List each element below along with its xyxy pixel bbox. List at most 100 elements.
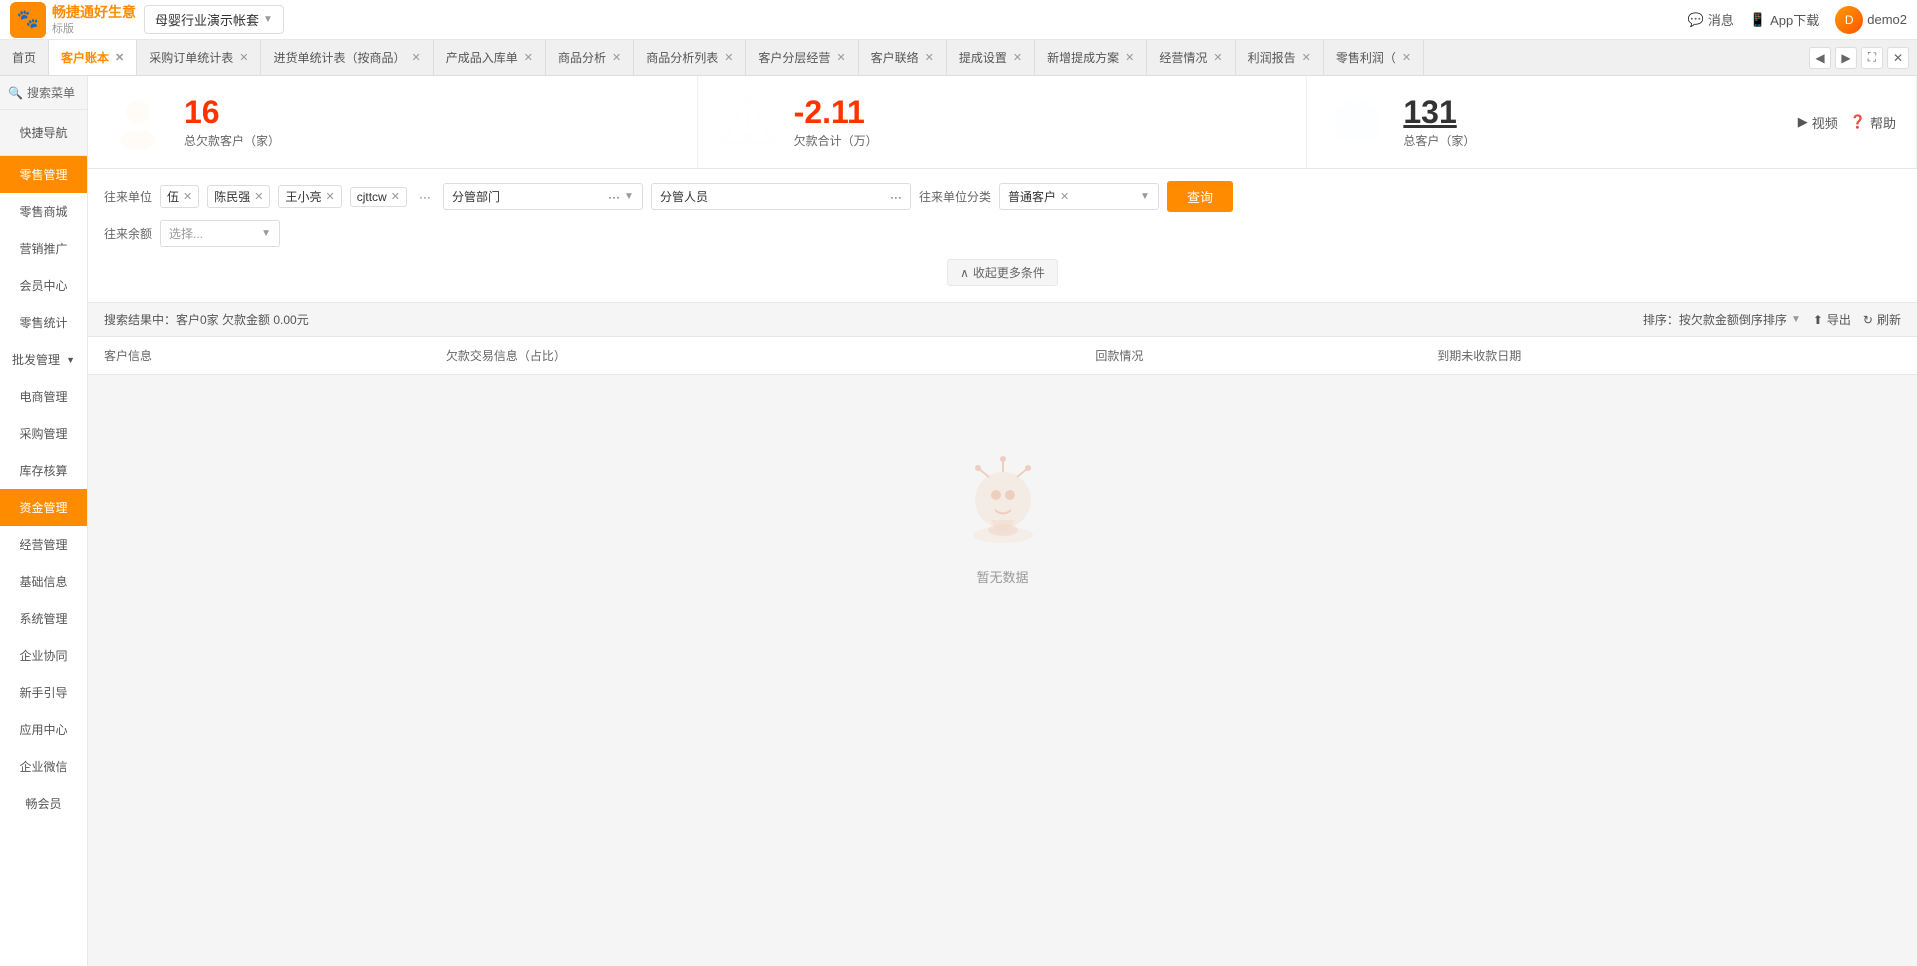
query-button[interactable]: 查询	[1167, 181, 1233, 212]
tab-purchase-order[interactable]: 采购订单统计表 ✕	[137, 40, 261, 76]
tab-new-achievement[interactable]: 新增提成方案 ✕	[1035, 40, 1147, 76]
sidebar-item-system-mgmt[interactable]: 系统管理	[0, 600, 87, 637]
tab-customer-contact-label: 客户联络	[871, 49, 919, 66]
app-download-icon: 📱	[1750, 12, 1766, 28]
filter-unit-class-select[interactable]: 普通客户 ✕ ▼	[999, 183, 1159, 210]
filter-person-select[interactable]: 分管人员 ···	[651, 183, 911, 210]
tab-retail-profit[interactable]: 零售利润（ ✕	[1324, 40, 1424, 76]
message-button[interactable]: 💬 消息	[1688, 10, 1734, 29]
store-selector[interactable]: 母婴行业演示帐套 ▼	[144, 5, 284, 34]
stat-value-debt-customers: 16	[184, 96, 280, 128]
sidebar-vip-member-label: 畅会员	[25, 795, 61, 812]
tab-new-achievement-close-icon[interactable]: ✕	[1125, 51, 1134, 64]
logo-subtitle: 标版	[52, 23, 74, 35]
sidebar-item-retail-mgmt[interactable]: 零售管理	[0, 156, 87, 193]
app-download-button[interactable]: 📱 App下载	[1750, 10, 1819, 29]
filter-dept-select[interactable]: 分管部门 ··· ▼	[443, 183, 643, 210]
filter-more-button[interactable]: ···	[415, 188, 435, 206]
tab-business-situation[interactable]: 经营情况 ✕	[1147, 40, 1235, 76]
tab-retail-profit-close-icon[interactable]: ✕	[1402, 51, 1411, 64]
filter-tag-wang[interactable]: 王小亮 ✕	[278, 185, 341, 208]
sidebar-item-member-center[interactable]: 会员中心	[0, 267, 87, 304]
filter-tag-normal-customer-close-icon[interactable]: ✕	[1060, 190, 1069, 203]
filter-tag-cjttcw[interactable]: cjttcw ✕	[350, 187, 407, 207]
tab-inbound-stats-close-icon[interactable]: ✕	[412, 51, 421, 64]
sidebar-item-quick-nav[interactable]: 快捷导航	[0, 116, 87, 149]
sidebar-item-vip-member[interactable]: 畅会员	[0, 785, 87, 822]
filter-tag-chen[interactable]: 陈民强 ✕	[207, 185, 270, 208]
tab-production-inbound[interactable]: 产成品入库单 ✕	[434, 40, 546, 76]
tab-promotion-settings-close-icon[interactable]: ✕	[1013, 51, 1022, 64]
filter-unit-class-label: 往来单位分类	[919, 188, 991, 205]
collapse-button[interactable]: ∧ 收起更多条件	[947, 259, 1058, 286]
tab-production-inbound-close-icon[interactable]: ✕	[524, 51, 533, 64]
tab-profit-report-close-icon[interactable]: ✕	[1302, 51, 1311, 64]
tab-customer-accounts-close-icon[interactable]: ✕	[115, 51, 124, 64]
sidebar-item-finance[interactable]: 资金管理	[0, 489, 87, 526]
tab-customer-contact[interactable]: 客户联络 ✕	[859, 40, 947, 76]
tab-product-analysis-close-icon[interactable]: ✕	[612, 51, 621, 64]
tab-maximize-button[interactable]: ⛶	[1861, 47, 1883, 69]
tab-product-analysis[interactable]: 商品分析 ✕	[546, 40, 634, 76]
sidebar-search[interactable]: 🔍 搜索菜单	[0, 76, 87, 110]
tab-customer-contact-close-icon[interactable]: ✕	[925, 51, 934, 64]
filter-person-label: 分管人员	[660, 188, 708, 205]
filter-tag-wang-close-icon[interactable]: ✕	[326, 190, 335, 203]
sidebar-item-base-info[interactable]: 基础信息	[0, 563, 87, 600]
tab-business-situation-close-icon[interactable]: ✕	[1213, 51, 1222, 64]
export-button[interactable]: ⬆ 导出	[1813, 311, 1851, 328]
tab-prev-button[interactable]: ◀	[1809, 47, 1831, 69]
tab-home[interactable]: 首页	[0, 40, 49, 76]
tab-close-all-button[interactable]: ✕	[1887, 47, 1909, 69]
sidebar-enterprise-wechat-label: 企业微信	[19, 758, 67, 775]
filter-balance-select[interactable]: 选择... ▼	[160, 220, 280, 247]
total-customers-icon	[1327, 92, 1387, 152]
tab-product-analysis-list-close-icon[interactable]: ✕	[724, 51, 733, 64]
sidebar-item-marketing[interactable]: 营销推广	[0, 230, 87, 267]
filter-tag-wu[interactable]: 伍 ✕	[160, 185, 199, 208]
filter-tag-normal-customer[interactable]: 普通客户 ✕	[1008, 188, 1069, 205]
data-table: 客户信息 欠款交易信息（占比） 回款情况 到期未收款日期	[88, 337, 1917, 375]
tab-purchase-order-close-icon[interactable]: ✕	[239, 51, 248, 64]
sidebar-item-app-center[interactable]: 应用中心	[0, 711, 87, 748]
sidebar-item-enterprise-collab[interactable]: 企业协同	[0, 637, 87, 674]
video-help-button[interactable]: ▶ 视频	[1798, 113, 1838, 132]
sort-label: 排序：按欠款金额倒序排序	[1643, 311, 1787, 328]
sidebar-item-retail-stats[interactable]: 零售统计	[0, 304, 87, 341]
sidebar-item-wholesale-mgmt[interactable]: 批发管理 ▼	[0, 341, 87, 378]
filter-tag-wu-close-icon[interactable]: ✕	[183, 190, 192, 203]
sidebar-item-enterprise-wechat[interactable]: 企业微信	[0, 748, 87, 785]
sidebar-item-ecommerce[interactable]: 电商管理	[0, 378, 87, 415]
sidebar-item-retail-mall[interactable]: 零售商城	[0, 193, 87, 230]
main-layout: 🔍 搜索菜单 快捷导航 零售管理 零售商城 营销推广 会员中心 零售统计 批发管…	[0, 76, 1917, 966]
sidebar-retail-mgmt-label: 零售管理	[19, 166, 67, 183]
filter-dept-chevron-icon: ▼	[624, 191, 634, 202]
filter-unit-class-chevron-icon: ▼	[1140, 191, 1150, 202]
tab-promotion-settings[interactable]: 提成设置 ✕	[947, 40, 1035, 76]
user-profile[interactable]: D demo2	[1835, 6, 1907, 34]
sidebar-item-new-guide[interactable]: 新手引导	[0, 674, 87, 711]
sidebar-ecommerce-label: 电商管理	[19, 388, 67, 405]
sidebar-item-inventory[interactable]: 库存核算	[0, 452, 87, 489]
tab-customer-tier-close-icon[interactable]: ✕	[836, 51, 845, 64]
th-repayment: 回款情况	[1079, 337, 1421, 375]
tab-inbound-stats[interactable]: 进货单统计表（按商品） ✕	[261, 40, 433, 76]
tab-customer-accounts[interactable]: 客户账本 ✕	[49, 40, 137, 76]
tab-customer-tier[interactable]: 客户分层经营 ✕	[746, 40, 858, 76]
filter-row-2: 往来余额 选择... ▼	[104, 220, 1901, 247]
filter-tag-chen-close-icon[interactable]: ✕	[254, 190, 263, 203]
help-button[interactable]: ❓ 帮助	[1850, 113, 1896, 132]
tab-next-button[interactable]: ▶	[1835, 47, 1857, 69]
th-customer-info: 客户信息	[88, 337, 430, 375]
sidebar-item-business-mgmt[interactable]: 经营管理	[0, 526, 87, 563]
debt-customers-icon	[108, 92, 168, 152]
filter-tag-cjttcw-close-icon[interactable]: ✕	[391, 190, 400, 203]
filter-tag-wang-label: 王小亮	[285, 188, 321, 205]
stat-block-debt-total: -2.11 欠款合计（万）	[698, 76, 1308, 168]
tab-profit-report[interactable]: 利润报告 ✕	[1236, 40, 1324, 76]
refresh-button[interactable]: ↻ 刷新	[1863, 311, 1901, 328]
sidebar-retail-mall-label: 零售商城	[19, 203, 67, 220]
sidebar-item-purchase-mgmt[interactable]: 采购管理	[0, 415, 87, 452]
sort-select[interactable]: 排序：按欠款金额倒序排序 ▼	[1643, 311, 1801, 328]
tab-product-analysis-list[interactable]: 商品分析列表 ✕	[634, 40, 746, 76]
